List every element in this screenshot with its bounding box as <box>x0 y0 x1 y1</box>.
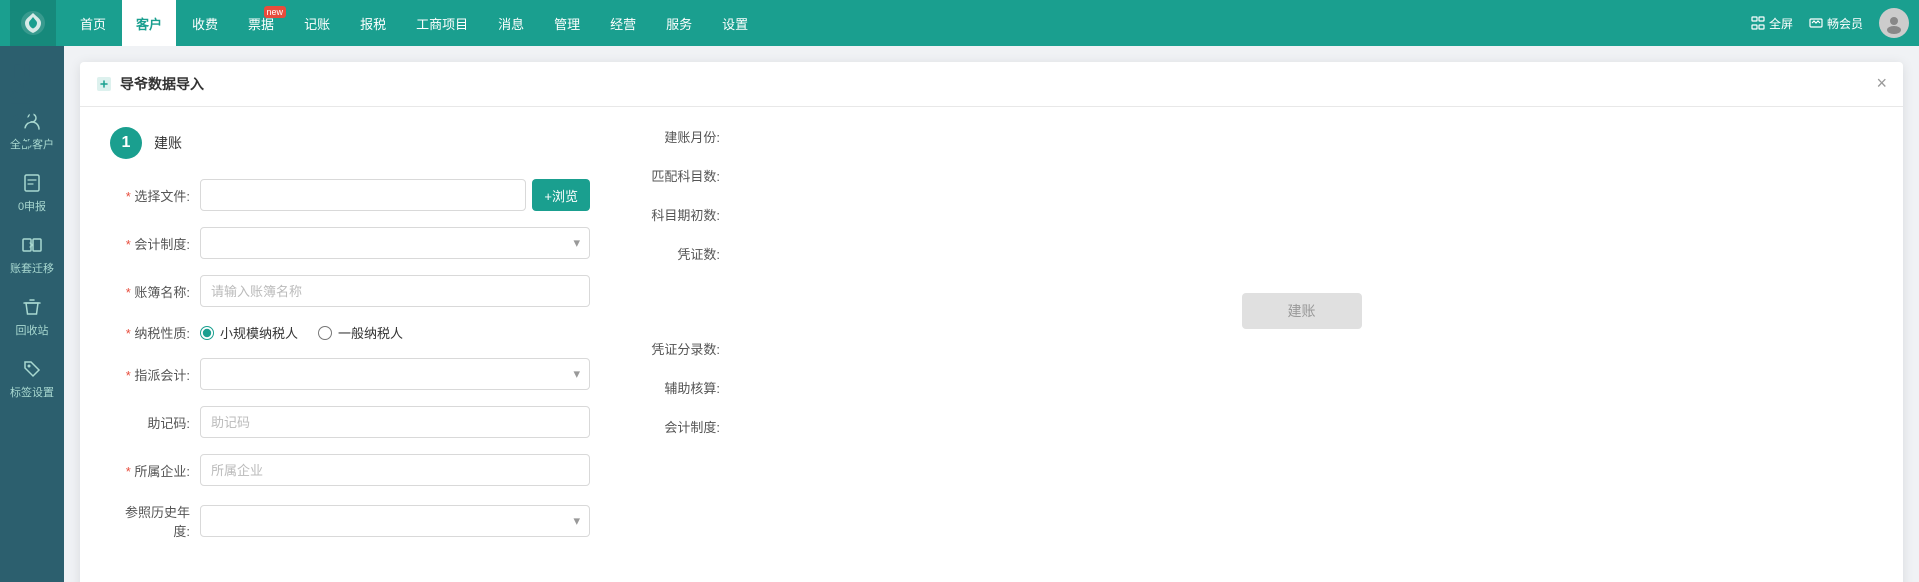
sidebar-item-account-migration-label: 账套迁移 <box>10 260 54 276</box>
ref-year-select-wrap <box>200 505 590 537</box>
assign-accountant-row: 指派会计: <box>110 358 590 390</box>
nav-customer[interactable]: 客户 <box>122 0 176 46</box>
tax-type-radio-group: 小规模纳税人 一般纳税人 <box>200 323 590 342</box>
sidebar-item-recycle-label: 回收站 <box>16 322 49 338</box>
user-avatar[interactable] <box>1879 8 1909 38</box>
assign-accountant-select-wrap <box>200 358 590 390</box>
account-name-input[interactable] <box>200 275 590 307</box>
tax-general-label: 一般纳税人 <box>338 323 403 342</box>
subject-init-row: 科目期初数: <box>630 205 1873 224</box>
company-label: 所属企业: <box>110 461 190 480</box>
layout: EaRP 全部客户 0申报 账套迁移 <box>0 46 1919 582</box>
accounting-system-select-wrap <box>200 227 590 259</box>
file-input[interactable] <box>200 179 526 211</box>
main-content: 导爷数据导入 × 1 建账 选择文件: +浏览 <box>64 46 1919 582</box>
account-name-row: 账簿名称: <box>110 275 590 307</box>
company-input[interactable] <box>200 454 590 486</box>
build-month-row: 建账月份: <box>630 127 1873 146</box>
info-accounting-system-row: 会计制度: <box>630 417 1873 436</box>
browse-button[interactable]: +浏览 <box>532 179 590 211</box>
tax-type-label: 纳税性质: <box>110 323 190 342</box>
dialog-close-button[interactable]: × <box>1876 74 1887 92</box>
nav-bizproject[interactable]: 工商项目 <box>402 0 482 46</box>
sidebar-item-label-settings-label: 标签设置 <box>10 384 54 400</box>
nav-right: 全屏 畅会员 <box>1751 8 1909 38</box>
ref-year-row: 参照历史年度: <box>110 502 590 540</box>
nav-finance[interactable]: 经营 <box>596 0 650 46</box>
nav-home[interactable]: 首页 <box>66 0 120 46</box>
ref-year-select[interactable] <box>200 505 590 537</box>
earp-label: EaRP <box>0 54 44 154</box>
file-select-row: 选择文件: +浏览 <box>110 179 590 211</box>
dialog: 导爷数据导入 × 1 建账 选择文件: +浏览 <box>80 62 1903 582</box>
accounting-system-select[interactable] <box>200 227 590 259</box>
step-circle: 1 <box>110 127 142 159</box>
info-accounting-system-label: 会计制度: <box>630 417 720 436</box>
sidebar-item-declaration-label: 0申报 <box>18 198 46 214</box>
nav-billing[interactable]: 收费 <box>178 0 232 46</box>
fullscreen-button[interactable]: 全屏 <box>1751 15 1793 32</box>
voucher-count-label: 凭证数: <box>630 244 720 263</box>
top-nav: 首页 客户 收费 票据 new 记账 报税 工商项目 消息 管理 经营 服务 设… <box>0 0 1919 46</box>
sidebar-item-account-migration[interactable]: 账套迁移 <box>0 226 64 284</box>
tax-general-radio[interactable] <box>318 326 332 340</box>
tax-type-row: 纳税性质: 小规模纳税人 一般纳税人 <box>110 323 590 342</box>
step-label: 建账 <box>154 133 182 153</box>
accounting-system-label: 会计制度: <box>110 234 190 253</box>
memo-code-input[interactable] <box>200 406 590 438</box>
sidebar-item-recycle[interactable]: 回收站 <box>0 288 64 346</box>
memo-code-row: 助记码: <box>110 406 590 438</box>
sidebar-item-label-settings[interactable]: 标签设置 <box>0 350 64 408</box>
sidebar: EaRP 全部客户 0申报 账套迁移 <box>0 46 64 582</box>
match-subjects-label: 匹配科目数: <box>630 166 720 185</box>
file-label: 选择文件: <box>110 186 190 205</box>
app-logo[interactable] <box>10 0 56 46</box>
tax-general-option[interactable]: 一般纳税人 <box>318 323 403 342</box>
match-subjects-row: 匹配科目数: <box>630 166 1873 185</box>
step-header: 1 建账 <box>110 127 590 159</box>
voucher-entries-row: 凭证分录数: <box>630 339 1873 358</box>
sidebar-item-declaration[interactable]: 0申报 <box>0 164 64 222</box>
nav-invoice[interactable]: 票据 new <box>234 0 288 46</box>
vip-label: 畅会员 <box>1827 15 1863 32</box>
tax-small-option[interactable]: 小规模纳税人 <box>200 323 298 342</box>
aux-accounting-label: 辅助核算: <box>630 378 720 397</box>
form-section: 1 建账 选择文件: +浏览 会计制度: <box>110 127 590 556</box>
aux-accounting-row: 辅助核算: <box>630 378 1873 397</box>
subject-init-label: 科目期初数: <box>630 205 720 224</box>
tax-small-radio[interactable] <box>200 326 214 340</box>
memo-code-label: 助记码: <box>110 413 190 432</box>
assign-accountant-label: 指派会计: <box>110 365 190 384</box>
nav-settings[interactable]: 设置 <box>708 0 762 46</box>
dialog-title: 导爷数据导入 <box>120 74 204 94</box>
company-row: 所属企业: <box>110 454 590 486</box>
fullscreen-label: 全屏 <box>1769 15 1793 32</box>
nav-items: 首页 客户 收费 票据 new 记账 报税 工商项目 消息 管理 经营 服务 设… <box>66 0 1751 46</box>
ref-year-label: 参照历史年度: <box>110 502 190 540</box>
nav-tax[interactable]: 报税 <box>346 0 400 46</box>
file-row: +浏览 <box>200 179 590 211</box>
import-icon <box>96 76 112 92</box>
nav-message[interactable]: 消息 <box>484 0 538 46</box>
vip-button[interactable]: 畅会员 <box>1809 15 1863 32</box>
account-name-label: 账簿名称: <box>110 282 190 301</box>
new-badge: new <box>264 6 287 18</box>
nav-manage[interactable]: 管理 <box>540 0 594 46</box>
build-month-label: 建账月份: <box>630 127 720 146</box>
build-button[interactable]: 建账 <box>1242 293 1362 329</box>
assign-accountant-select[interactable] <box>200 358 590 390</box>
voucher-entries-label: 凭证分录数: <box>630 339 720 358</box>
nav-accounts[interactable]: 记账 <box>290 0 344 46</box>
dialog-header: 导爷数据导入 <box>80 62 1903 107</box>
voucher-count-row: 凭证数: <box>630 244 1873 263</box>
info-section: 建账月份: 匹配科目数: 科目期初数: 凭证数: <box>630 127 1873 556</box>
accounting-system-row: 会计制度: <box>110 227 590 259</box>
tax-small-label: 小规模纳税人 <box>220 323 298 342</box>
nav-service[interactable]: 服务 <box>652 0 706 46</box>
dialog-body: 1 建账 选择文件: +浏览 会计制度: <box>80 107 1903 576</box>
